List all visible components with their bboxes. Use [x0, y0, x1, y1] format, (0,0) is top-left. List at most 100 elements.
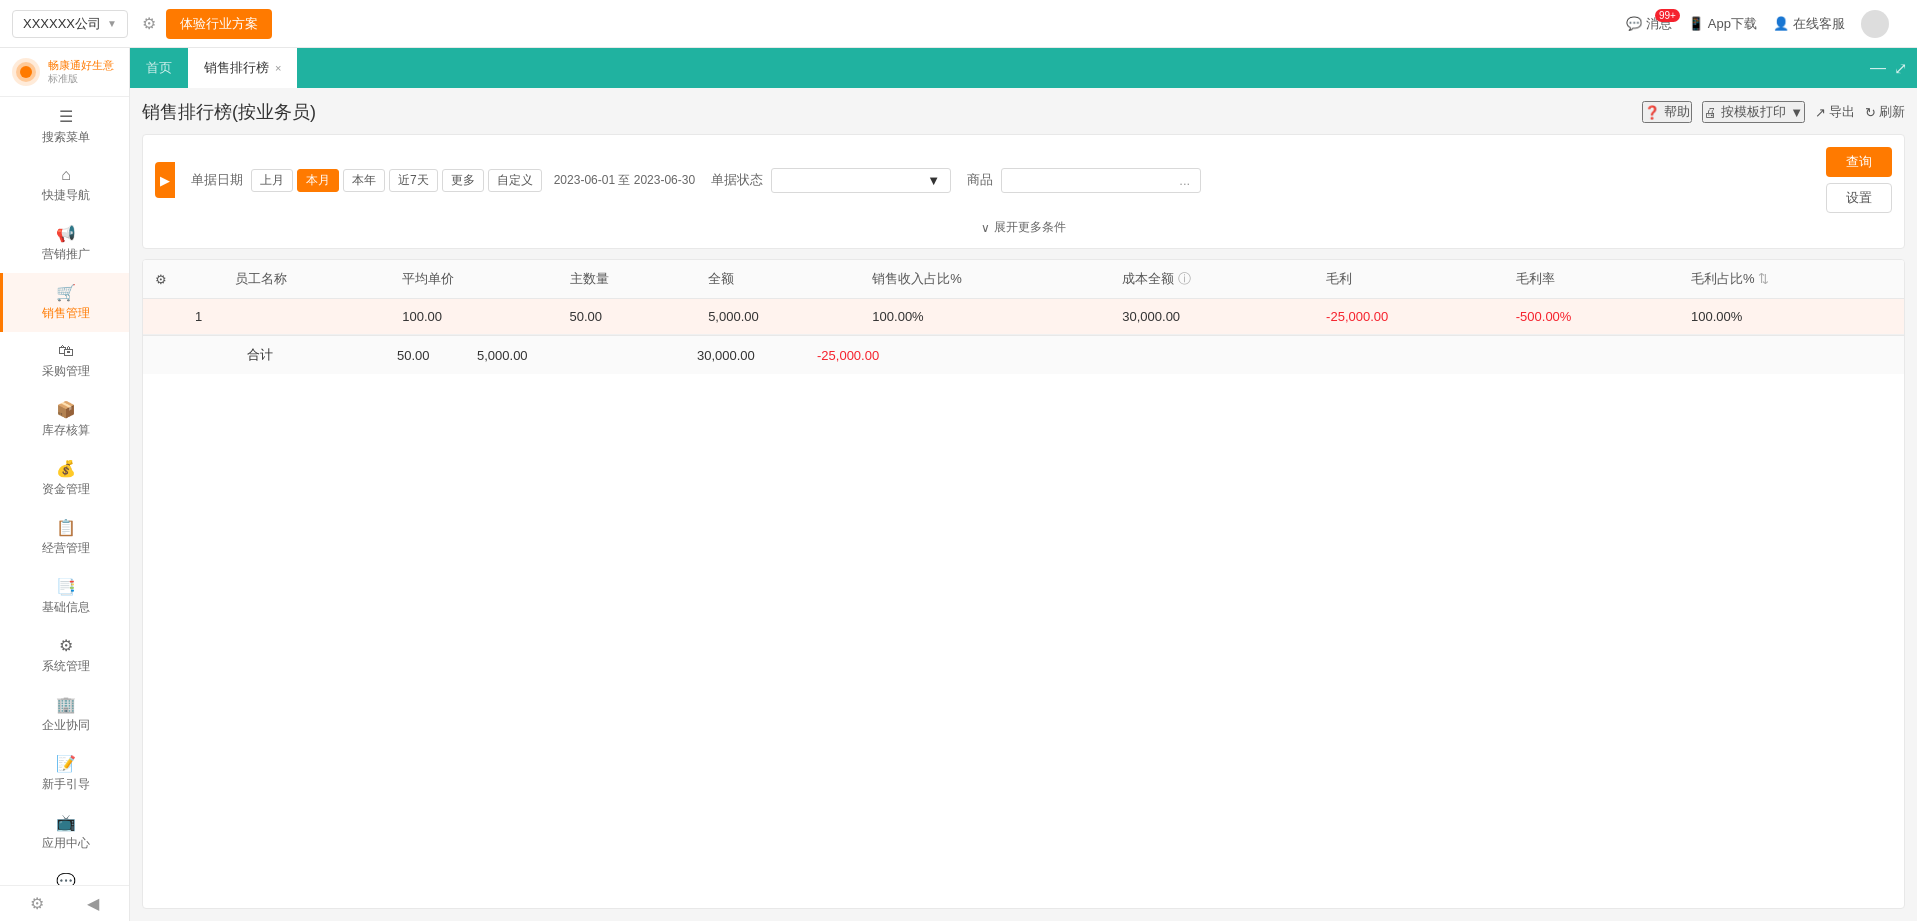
sidebar-navigation-label: 快捷导航 [42, 187, 90, 204]
search-menu-icon: ☰ [59, 107, 73, 126]
message-button[interactable]: 💬 消息 99+ [1626, 15, 1672, 33]
footer-main-qty: 50.00 [385, 348, 465, 363]
experience-button[interactable]: 体验行业方案 [166, 9, 272, 39]
sidebar-item-finance[interactable]: 💰 资金管理 [0, 449, 129, 508]
last-month-button[interactable]: 上月 [251, 169, 293, 192]
more-date-button[interactable]: 更多 [442, 169, 484, 192]
cell-main-qty: 50.00 [558, 299, 697, 335]
help-icon: ❓ [1644, 105, 1660, 120]
sidebar-collapse-icon[interactable]: ◀ [87, 894, 99, 913]
goods-filter-group: 商品 ... [967, 168, 1201, 193]
company-name: XXXXXX公司 [23, 15, 101, 33]
table-wrapper: ⚙ 员工名称 平均单价 主数量 全额 销售收入占比% 成本全额 ⓘ 毛利 [143, 260, 1904, 335]
th-profit-rate: 毛利率 [1504, 260, 1679, 299]
profit-pct-sort-icon[interactable]: ⇅ [1758, 271, 1769, 286]
th-settings[interactable]: ⚙ [143, 260, 183, 299]
expand-row: ∨ 展开更多条件 [155, 213, 1892, 236]
goods-select[interactable]: ... [1001, 168, 1201, 193]
export-icon: ↗ [1815, 105, 1826, 120]
sidebar-gear-icon[interactable]: ⚙ [30, 894, 44, 913]
help-button[interactable]: ❓ 帮助 [1642, 101, 1692, 123]
expand-conditions-button[interactable]: ∨ 展开更多条件 [981, 219, 1066, 236]
sidebar-marketing-label: 营销推广 [42, 246, 90, 263]
status-filter-group: 单据状态 ▼ [711, 168, 951, 193]
tab-sales-rank[interactable]: 销售排行榜 × [188, 48, 297, 88]
sidebar-basic-label: 基础信息 [42, 599, 90, 616]
sidebar-item-appstore[interactable]: 📺 应用中心 [0, 803, 129, 862]
company-selector[interactable]: XXXXXX公司 ▼ [12, 10, 128, 38]
table-footer: 合计 50.00 5,000.00 30,000.00 -25,000.00 [143, 335, 1904, 374]
th-name: 员工名称 [223, 260, 390, 299]
this-month-button[interactable]: 本月 [297, 169, 339, 192]
last7days-button[interactable]: 近7天 [389, 169, 438, 192]
page-title: 销售排行榜(按业务员) [142, 100, 316, 124]
finance-icon: 💰 [56, 459, 76, 478]
service-icon: 👤 [1773, 16, 1789, 31]
tab-home[interactable]: 首页 [130, 48, 188, 88]
page-header: 销售排行榜(按业务员) ❓ 帮助 🖨 按模板打印 ▼ ↗ [142, 100, 1905, 124]
refresh-icon: ↻ [1865, 105, 1876, 120]
custom-date-button[interactable]: 自定义 [488, 169, 542, 192]
this-year-button[interactable]: 本年 [343, 169, 385, 192]
sidebar-item-navigation[interactable]: ⌂ 快捷导航 [0, 156, 129, 214]
th-profit: 毛利 [1314, 260, 1504, 299]
sidebar-item-enterprise[interactable]: 🏢 企业协同 [0, 685, 129, 744]
online-service-button[interactable]: 👤 在线客服 [1773, 15, 1845, 33]
sidebar-item-marketing[interactable]: 📢 营销推广 [0, 214, 129, 273]
tab-close-icon[interactable]: × [275, 62, 281, 74]
help-label: 帮助 [1664, 103, 1690, 121]
date-range-display: 2023-06-01 至 2023-06-30 [554, 172, 695, 189]
sidebar-item-purchase[interactable]: 🛍 采购管理 [0, 332, 129, 390]
settings-gear-icon[interactable]: ⚙ [142, 14, 156, 33]
date-buttons: 上月 本月 本年 近7天 更多 自定义 [251, 169, 542, 192]
template-print-label: 按模板打印 [1721, 103, 1786, 121]
cell-name [223, 299, 390, 335]
enterprise-icon: 🏢 [56, 695, 76, 714]
sidebar-item-wechat[interactable]: 💬 企业微信 [0, 862, 129, 885]
collapse-icon: ▶ [160, 173, 170, 188]
date-filter-label: 单据日期 [191, 171, 243, 189]
export-label: 导出 [1829, 103, 1855, 121]
sidebar-item-sales[interactable]: 🛒 销售管理 [0, 273, 129, 332]
cell-settings [143, 299, 183, 335]
refresh-button[interactable]: ↻ 刷新 [1865, 103, 1905, 121]
th-rank [183, 260, 223, 299]
footer-profit: -25,000.00 [805, 348, 905, 363]
logo-subtitle: 标准版 [48, 72, 114, 86]
header-actions: ❓ 帮助 🖨 按模板打印 ▼ ↗ 导出 ↻ [1642, 101, 1905, 123]
filter-actions: 查询 设置 [1826, 147, 1892, 213]
cell-sales-pct: 100.00% [860, 299, 1110, 335]
avatar[interactable] [1861, 10, 1889, 38]
export-button[interactable]: ↗ 导出 [1815, 103, 1855, 121]
sidebar-item-guide[interactable]: 📝 新手引导 [0, 744, 129, 803]
template-print-button[interactable]: 🖨 按模板打印 ▼ [1702, 101, 1805, 123]
query-button[interactable]: 查询 [1826, 147, 1892, 177]
sidebar-purchase-label: 采购管理 [42, 363, 90, 380]
footer-total: 5,000.00 [465, 348, 565, 363]
tab-home-label: 首页 [146, 59, 172, 77]
sidebar-item-search[interactable]: ☰ 搜索菜单 [0, 97, 129, 156]
th-main-qty: 主数量 [558, 260, 697, 299]
filter-settings-button[interactable]: 设置 [1826, 183, 1892, 213]
tab-minimize-button[interactable]: — [1870, 59, 1886, 77]
tab-maximize-button[interactable]: ⤢ [1894, 59, 1907, 78]
appstore-icon: 📺 [56, 813, 76, 832]
app-download-button[interactable]: 📱 App下载 [1688, 15, 1757, 33]
sidebar-item-system[interactable]: ⚙ 系统管理 [0, 626, 129, 685]
svg-point-2 [20, 66, 32, 78]
expand-chevron-icon: ∨ [981, 221, 990, 235]
topbar-right: 💬 消息 99+ 📱 App下载 👤 在线客服 [1626, 10, 1905, 38]
content-area: 首页 销售排行榜 × — ⤢ 销售排行榜(按业务员) [130, 48, 1917, 921]
sidebar-item-management[interactable]: 📋 经营管理 [0, 508, 129, 567]
status-select[interactable]: ▼ [771, 168, 951, 193]
sidebar-item-basic[interactable]: 📑 基础信息 [0, 567, 129, 626]
filter-row-main: ▶ 单据日期 上月 本月 本年 近7天 更多 [155, 147, 1892, 213]
th-cost: 成本全额 ⓘ [1110, 260, 1314, 299]
logo-title: 畅康通好生意 [48, 58, 114, 72]
collapse-arrow[interactable]: ▶ [155, 162, 175, 198]
sidebar-item-inventory[interactable]: 📦 库存核算 [0, 390, 129, 449]
table-card: ⚙ 员工名称 平均单价 主数量 全额 销售收入占比% 成本全额 ⓘ 毛利 [142, 259, 1905, 909]
cell-profit-pct: 100.00% [1679, 299, 1904, 335]
cell-cost: 30,000.00 [1110, 299, 1314, 335]
sidebar-finance-label: 资金管理 [42, 481, 90, 498]
